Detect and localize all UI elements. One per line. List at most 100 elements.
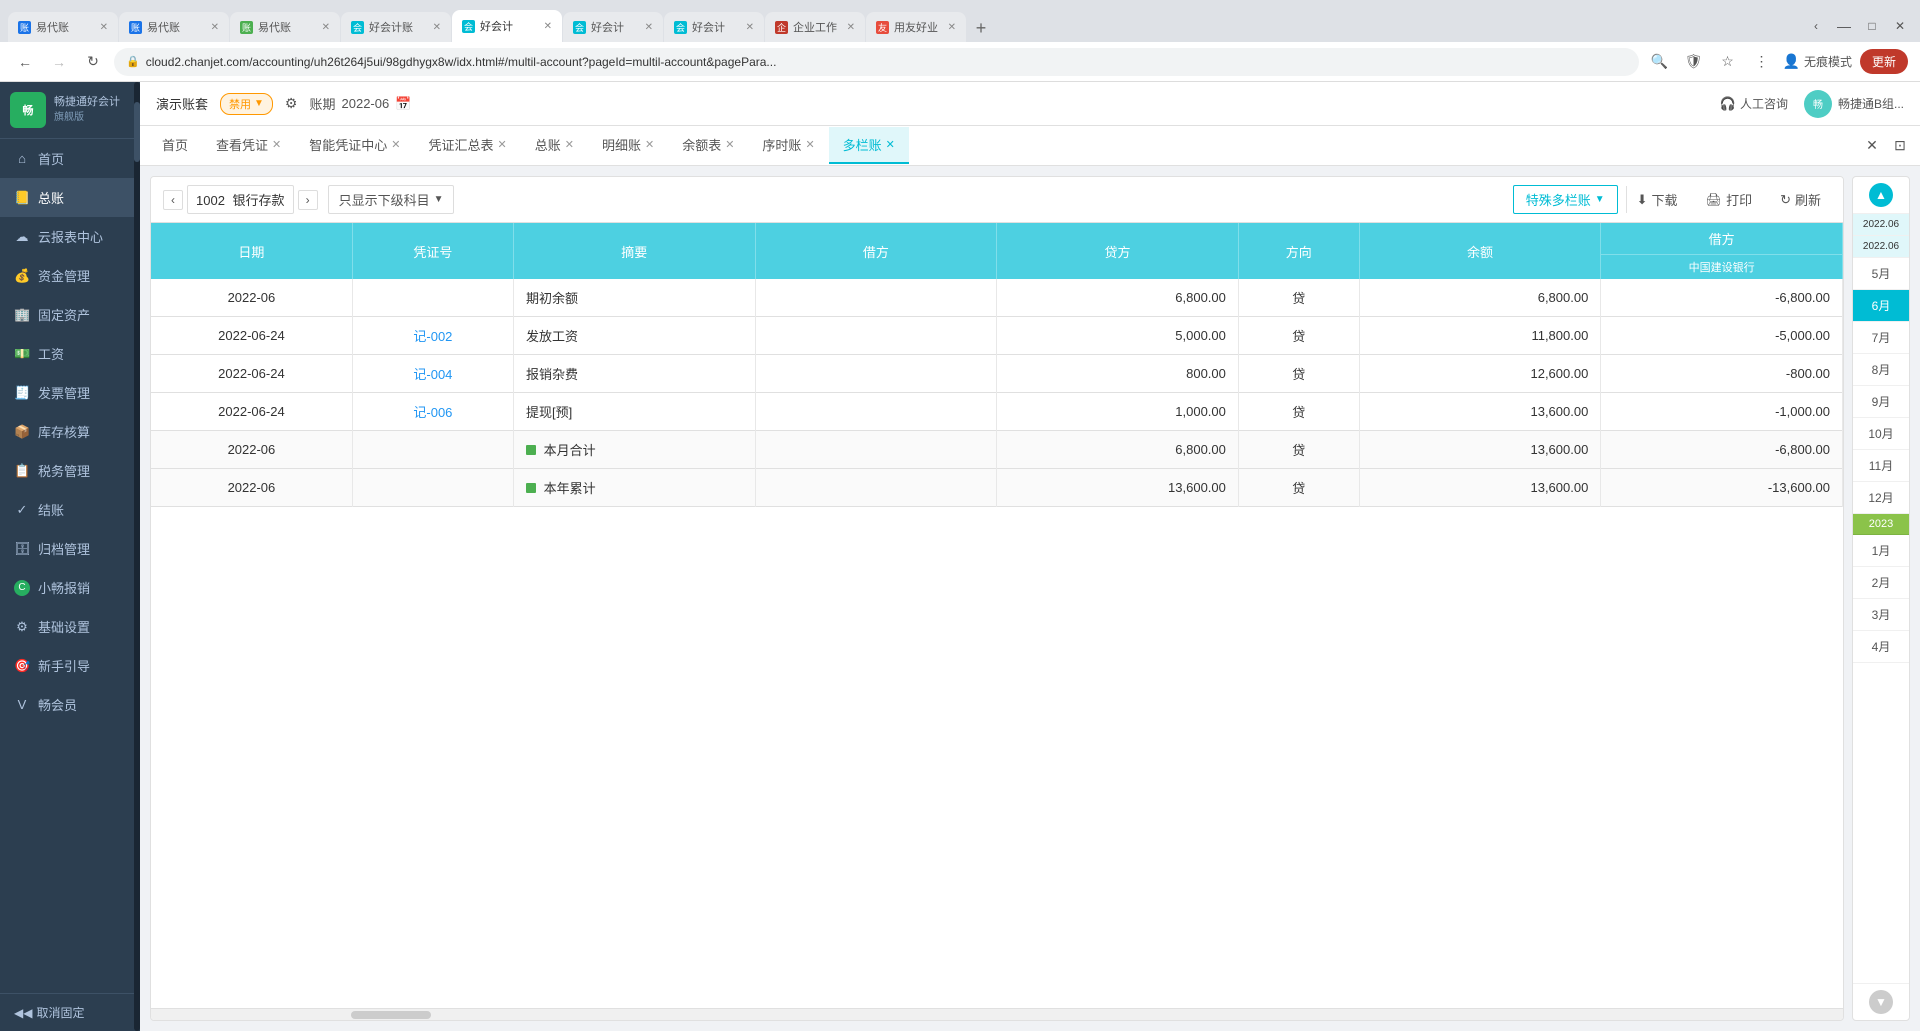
cell-voucher[interactable]: 记-002 [352,317,513,355]
tab-close-2[interactable]: ✕ [211,22,219,33]
cell-voucher[interactable]: 记-004 [352,355,513,393]
nav-tab-balance[interactable]: 余额表 ✕ [668,127,748,164]
nav-tab-multi-col[interactable]: 多栏账 ✕ [829,127,909,164]
close-window-button[interactable]: ✕ [1888,14,1912,38]
reload-button[interactable]: ↻ [80,49,106,75]
sidebar-item-home[interactable]: ⌂ 首页 [0,139,140,178]
tab-close-5[interactable]: ✕ [544,21,552,32]
service-button[interactable]: 🎧 人工咨询 [1720,95,1788,112]
nav-tab-smart-voucher[interactable]: 智能凭证中心 ✕ [295,127,414,164]
date-nav-month-2-2023[interactable]: 2月 [1853,567,1909,599]
date-nav-month-5[interactable]: 5月 [1853,258,1909,290]
voucher-link[interactable]: 记-006 [413,405,452,420]
tab-close-icon[interactable]: ✕ [805,138,814,151]
horizontal-scrollbar[interactable] [151,1008,1843,1020]
prev-subject-button[interactable]: ‹ [163,190,183,210]
sidebar-item-funds[interactable]: 💰 资金管理 [0,256,140,295]
sidebar-item-archive[interactable]: 🗄 归档管理 [0,529,140,568]
browser-tab-7[interactable]: 会 好会计 ✕ [664,12,764,42]
date-nav-month-6[interactable]: 6月 [1853,290,1909,322]
tab-close-9[interactable]: ✕ [948,22,956,33]
date-nav-month-4-2023[interactable]: 4月 [1853,631,1909,663]
browser-tab-8[interactable]: 企 企业工作 ✕ [765,12,865,42]
tab-close-7[interactable]: ✕ [746,22,754,33]
browser-tab-6[interactable]: 会 好会计 ✕ [563,12,663,42]
nav-tab-voucher-summary[interactable]: 凭证汇总表 ✕ [414,127,520,164]
date-nav-month-10[interactable]: 10月 [1853,418,1909,450]
tab-close-8[interactable]: ✕ [847,22,855,33]
account-badge[interactable]: 禁用 ▼ [220,93,273,115]
panel-expand-button[interactable]: ⊡ [1888,134,1912,158]
browser-menu-icon[interactable]: ⋮ [1749,49,1775,75]
date-nav-month-11[interactable]: 11月 [1853,450,1909,482]
user-info[interactable]: 畅 畅捷通B组... [1804,90,1904,118]
tab-close-icon[interactable]: ✕ [498,138,507,151]
sidebar-item-ledger[interactable]: 📒 总账 [0,178,140,217]
download-button[interactable]: ⬇ 下载 [1626,186,1688,213]
tab-close-icon[interactable]: ✕ [565,138,574,151]
sidebar-scrollbar[interactable] [134,82,140,1031]
nav-tab-general-ledger[interactable]: 总账 ✕ [521,127,588,164]
date-nav-month-12[interactable]: 12月 [1853,482,1909,514]
settings-gear-icon[interactable]: ⚙ [285,95,298,112]
url-bar[interactable]: 🔒 cloud2.chanjet.com/accounting/uh26t264… [114,48,1639,76]
nav-tab-detail-ledger[interactable]: 明细账 ✕ [588,127,668,164]
shield-icon[interactable]: 🛡 [1681,49,1707,75]
sidebar-pin[interactable]: ◀◀ 取消固定 [0,993,140,1031]
tab-close-icon[interactable]: ✕ [645,138,654,151]
sidebar-item-closing[interactable]: ✓ 结账 [0,490,140,529]
browser-tab-2[interactable]: 账 易代账 ✕ [119,12,229,42]
voucher-link[interactable]: 记-004 [413,367,452,382]
update-button[interactable]: 更新 [1860,49,1908,74]
sidebar-item-assets[interactable]: 🏢 固定资产 [0,295,140,334]
tab-close-3[interactable]: ✕ [322,22,330,33]
nav-tab-voucher[interactable]: 查看凭证 ✕ [202,127,295,164]
date-nav-month-8[interactable]: 8月 [1853,354,1909,386]
tab-close-icon[interactable]: ✕ [725,138,734,151]
forward-button[interactable]: → [46,49,72,75]
browser-tab-4[interactable]: 会 好会计账 ✕ [341,12,451,42]
filter-select[interactable]: 只显示下级科目 ▼ [328,185,455,214]
date-nav-month-9[interactable]: 9月 [1853,386,1909,418]
cell-voucher[interactable]: 记-006 [352,393,513,431]
date-nav-month-1-2023[interactable]: 1月 [1853,535,1909,567]
tab-close-4[interactable]: ✕ [433,22,441,33]
voucher-link[interactable]: 记-002 [413,329,452,344]
calendar-icon[interactable]: 📅 [395,96,411,112]
new-tab-button[interactable]: + [967,14,995,42]
bookmark-icon[interactable]: ☆ [1715,49,1741,75]
tab-close-1[interactable]: ✕ [100,22,108,33]
sidebar-item-guide[interactable]: 🎯 新手引导 [0,646,140,685]
nav-tab-home[interactable]: 首页 [148,127,202,164]
sidebar-item-invoice[interactable]: 🧾 发票管理 [0,373,140,412]
nav-tab-sequence[interactable]: 序时账 ✕ [748,127,828,164]
tab-close-6[interactable]: ✕ [645,22,653,33]
maximize-button[interactable]: □ [1860,14,1884,38]
refresh-button[interactable]: ↻ 刷新 [1770,186,1831,213]
sidebar-item-reports[interactable]: ☁ 云报表中心 [0,217,140,256]
date-nav-month-3-2023[interactable]: 3月 [1853,599,1909,631]
sidebar-item-expense[interactable]: C 小畅报销 [0,568,140,607]
multi-col-button[interactable]: 特殊多栏账 ▼ [1513,185,1618,214]
ledger-table[interactable]: 日期 凭证号 摘要 借方 贷方 方向 余额 借方 中国建设银行 [151,223,1843,1008]
tab-close-icon[interactable]: ✕ [886,138,895,151]
browser-tab-3[interactable]: 账 易代账 ✕ [230,12,340,42]
back-button[interactable]: ← [12,49,38,75]
date-nav-month-7[interactable]: 7月 [1853,322,1909,354]
tab-scroll-left[interactable]: ‹ [1804,14,1828,38]
sidebar-item-member[interactable]: V 畅会员 [0,685,140,724]
print-button[interactable]: 🖨 打印 [1696,186,1763,213]
date-nav-up-arrow[interactable]: ▲ [1853,177,1909,214]
sidebar-item-settings[interactable]: ⚙ 基础设置 [0,607,140,646]
date-nav-down-arrow[interactable]: ▼ [1853,983,1909,1020]
browser-tab-5-active[interactable]: 会 好会计 ✕ [452,10,562,42]
sidebar-item-tax[interactable]: 📋 税务管理 [0,451,140,490]
browser-tab-1[interactable]: 账 易代账 ✕ [8,12,118,42]
tab-close-icon[interactable]: ✕ [272,138,281,151]
sidebar-item-payroll[interactable]: 💵 工资 [0,334,140,373]
sidebar-item-inventory[interactable]: 📦 库存核算 [0,412,140,451]
next-subject-button[interactable]: › [298,190,318,210]
browser-tab-9[interactable]: 友 用友好业 ✕ [866,12,966,42]
tab-close-icon[interactable]: ✕ [391,138,400,151]
panel-collapse-button[interactable]: ✕ [1860,134,1884,158]
